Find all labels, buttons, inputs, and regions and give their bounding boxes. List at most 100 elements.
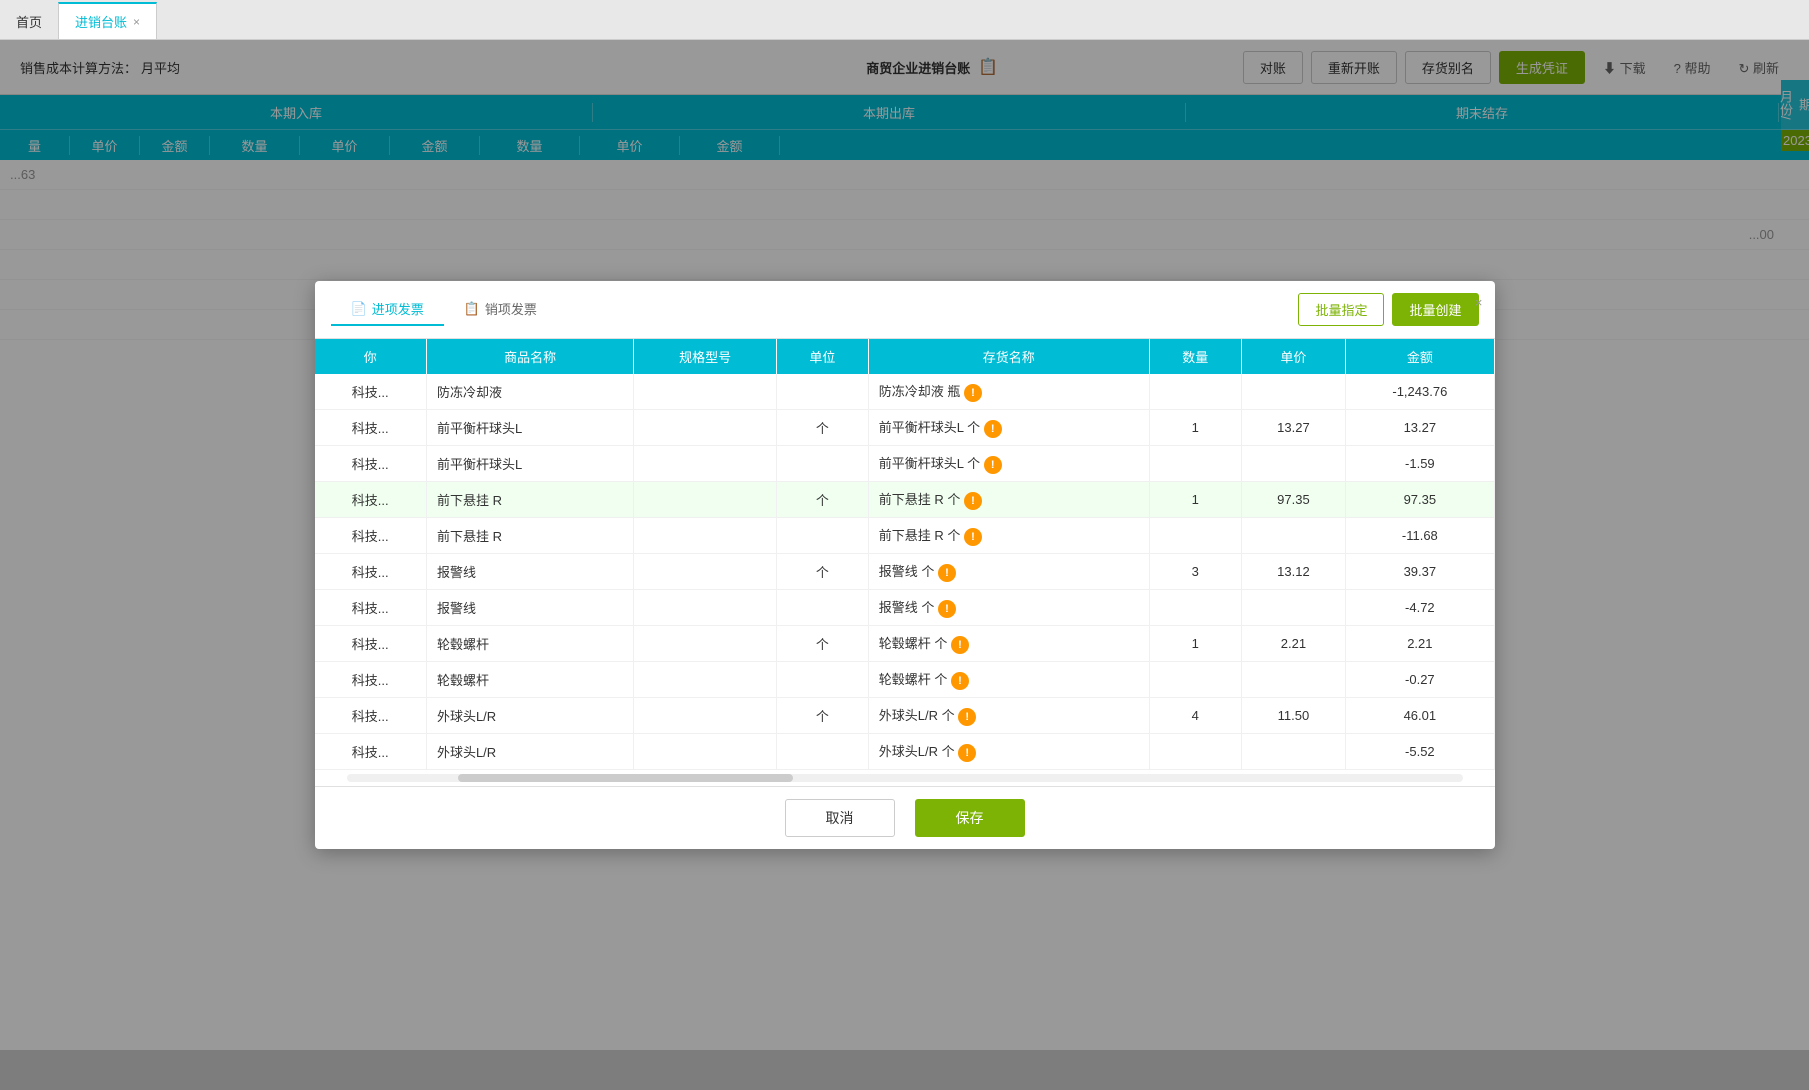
warning-icon: ! (938, 564, 956, 582)
cell-price-2 (1241, 446, 1346, 482)
cell-amount-8: -0.27 (1346, 662, 1494, 698)
cell-unit-8 (776, 662, 868, 698)
table-row: 科技... 报警线 报警线 个 ! -4.72 (315, 590, 1495, 626)
cell-amount-6: -4.72 (1346, 590, 1494, 626)
cell-company-0: 科技... (315, 374, 427, 410)
cell-company-4: 科技... (315, 518, 427, 554)
cell-inventory-10: 外球头L/R 个 ! (868, 734, 1149, 770)
table-row: 科技... 前平衡杆球头L 前平衡杆球头L 个 ! -1.59 (315, 446, 1495, 482)
table-row: 科技... 前下悬挂 R 个 前下悬挂 R 个 ! 1 97.35 97.35 (315, 482, 1495, 518)
cell-product-0: 防冻冷却液 (426, 374, 633, 410)
cell-amount-2: -1.59 (1346, 446, 1494, 482)
main-content: 销售成本计算方法： 月平均 商贸企业进销台账 📋 对账 重新开账 存货别名 生成… (0, 40, 1809, 1050)
cell-spec-9 (634, 698, 777, 734)
modal-footer: 取消 保存 (315, 786, 1495, 849)
cell-qty-10 (1149, 734, 1241, 770)
warning-icon: ! (964, 492, 982, 510)
modal-table-container[interactable]: 你 商品名称 规格型号 单位 存货名称 数量 单价 金额 (315, 339, 1495, 770)
cell-unit-3: 个 (776, 482, 868, 518)
warning-icon: ! (951, 672, 969, 690)
cancel-button[interactable]: 取消 (785, 799, 895, 837)
cell-company-7: 科技... (315, 626, 427, 662)
tab-home[interactable]: 首页 (0, 4, 58, 39)
cell-amount-7: 2.21 (1346, 626, 1494, 662)
modal-overlay: 📄 进项发票 📋 销项发票 批量指定 批量创建 × (0, 40, 1809, 1090)
h-scrollbar-thumb[interactable] (458, 774, 793, 782)
cell-company-10: 科技... (315, 734, 427, 770)
h-scrollbar-container (315, 770, 1495, 786)
save-button[interactable]: 保存 (915, 799, 1025, 837)
cell-qty-5: 3 (1149, 554, 1241, 590)
cell-amount-3: 97.35 (1346, 482, 1494, 518)
table-row: 科技... 轮毂螺杆 轮毂螺杆 个 ! -0.27 (315, 662, 1495, 698)
modal-tabs: 📄 进项发票 📋 销项发票 (331, 293, 557, 326)
th-product: 商品名称 (426, 339, 633, 374)
cell-spec-4 (634, 518, 777, 554)
app-container: 首页 进销台账 × 销售成本计算方法： 月平均 商贸企业进销台账 📋 对账 重新… (0, 0, 1809, 1050)
cell-product-5: 报警线 (426, 554, 633, 590)
table-row: 科技... 前下悬挂 R 前下悬挂 R 个 ! -11.68 (315, 518, 1495, 554)
cell-qty-7: 1 (1149, 626, 1241, 662)
cell-spec-1 (634, 410, 777, 446)
cell-price-5: 13.12 (1241, 554, 1346, 590)
cell-product-10: 外球头L/R (426, 734, 633, 770)
cell-unit-5: 个 (776, 554, 868, 590)
tab-close-icon[interactable]: × (133, 15, 140, 29)
cell-product-9: 外球头L/R (426, 698, 633, 734)
cell-amount-5: 39.37 (1346, 554, 1494, 590)
cell-price-1: 13.27 (1241, 410, 1346, 446)
warning-icon: ! (958, 708, 976, 726)
cell-unit-9: 个 (776, 698, 868, 734)
table-row: 科技... 报警线 个 报警线 个 ! 3 13.12 39.37 (315, 554, 1495, 590)
close-icon: × (1475, 295, 1483, 310)
cell-spec-10 (634, 734, 777, 770)
cell-price-3: 97.35 (1241, 482, 1346, 518)
cell-unit-1: 个 (776, 410, 868, 446)
batch-create-button[interactable]: 批量创建 (1392, 293, 1478, 326)
tab-ledger[interactable]: 进销台账 × (58, 2, 157, 39)
table-row: 科技... 外球头L/R 外球头L/R 个 ! -5.52 (315, 734, 1495, 770)
cell-inventory-1: 前平衡杆球头L 个 ! (868, 410, 1149, 446)
cell-spec-8 (634, 662, 777, 698)
cell-spec-5 (634, 554, 777, 590)
modal-close-button[interactable]: × (1475, 291, 1483, 312)
cell-inventory-5: 报警线 个 ! (868, 554, 1149, 590)
th-amount: 金额 (1346, 339, 1494, 374)
h-scrollbar[interactable] (347, 774, 1463, 782)
table-header-row: 你 商品名称 规格型号 单位 存货名称 数量 单价 金额 (315, 339, 1495, 374)
tab-purchase-invoice[interactable]: 📄 进项发票 (331, 293, 444, 326)
batch-designate-button[interactable]: 批量指定 (1298, 293, 1384, 326)
modal-header: 📄 进项发票 📋 销项发票 批量指定 批量创建 × (315, 281, 1495, 339)
cell-product-3: 前下悬挂 R (426, 482, 633, 518)
tab-sales-invoice[interactable]: 📋 销项发票 (444, 293, 557, 326)
cell-unit-2 (776, 446, 868, 482)
cell-spec-0 (634, 374, 777, 410)
cell-product-4: 前下悬挂 R (426, 518, 633, 554)
cell-spec-3 (634, 482, 777, 518)
tab-bar: 首页 进销台账 × (0, 0, 1809, 40)
cell-price-9: 11.50 (1241, 698, 1346, 734)
cell-price-0 (1241, 374, 1346, 410)
cell-inventory-3: 前下悬挂 R 个 ! (868, 482, 1149, 518)
cell-inventory-4: 前下悬挂 R 个 ! (868, 518, 1149, 554)
cell-inventory-6: 报警线 个 ! (868, 590, 1149, 626)
cell-spec-6 (634, 590, 777, 626)
cell-qty-0 (1149, 374, 1241, 410)
th-spec: 规格型号 (634, 339, 777, 374)
th-price: 单价 (1241, 339, 1346, 374)
table-row: 科技... 轮毂螺杆 个 轮毂螺杆 个 ! 1 2.21 2.21 (315, 626, 1495, 662)
cell-product-1: 前平衡杆球头L (426, 410, 633, 446)
cell-qty-8 (1149, 662, 1241, 698)
cell-spec-2 (634, 446, 777, 482)
cell-amount-10: -5.52 (1346, 734, 1494, 770)
cell-inventory-0: 防冻冷却液 瓶 ! (868, 374, 1149, 410)
cell-company-9: 科技... (315, 698, 427, 734)
purchase-invoice-icon: 📄 (351, 301, 367, 317)
cell-inventory-7: 轮毂螺杆 个 ! (868, 626, 1149, 662)
modal-table-header: 你 商品名称 规格型号 单位 存货名称 数量 单价 金额 (315, 339, 1495, 374)
cell-price-7: 2.21 (1241, 626, 1346, 662)
modal-dialog: 📄 进项发票 📋 销项发票 批量指定 批量创建 × (315, 281, 1495, 849)
modal-header-right: 批量指定 批量创建 (1298, 293, 1478, 326)
table-row: 科技... 外球头L/R 个 外球头L/R 个 ! 4 11.50 46.01 (315, 698, 1495, 734)
cell-company-6: 科技... (315, 590, 427, 626)
